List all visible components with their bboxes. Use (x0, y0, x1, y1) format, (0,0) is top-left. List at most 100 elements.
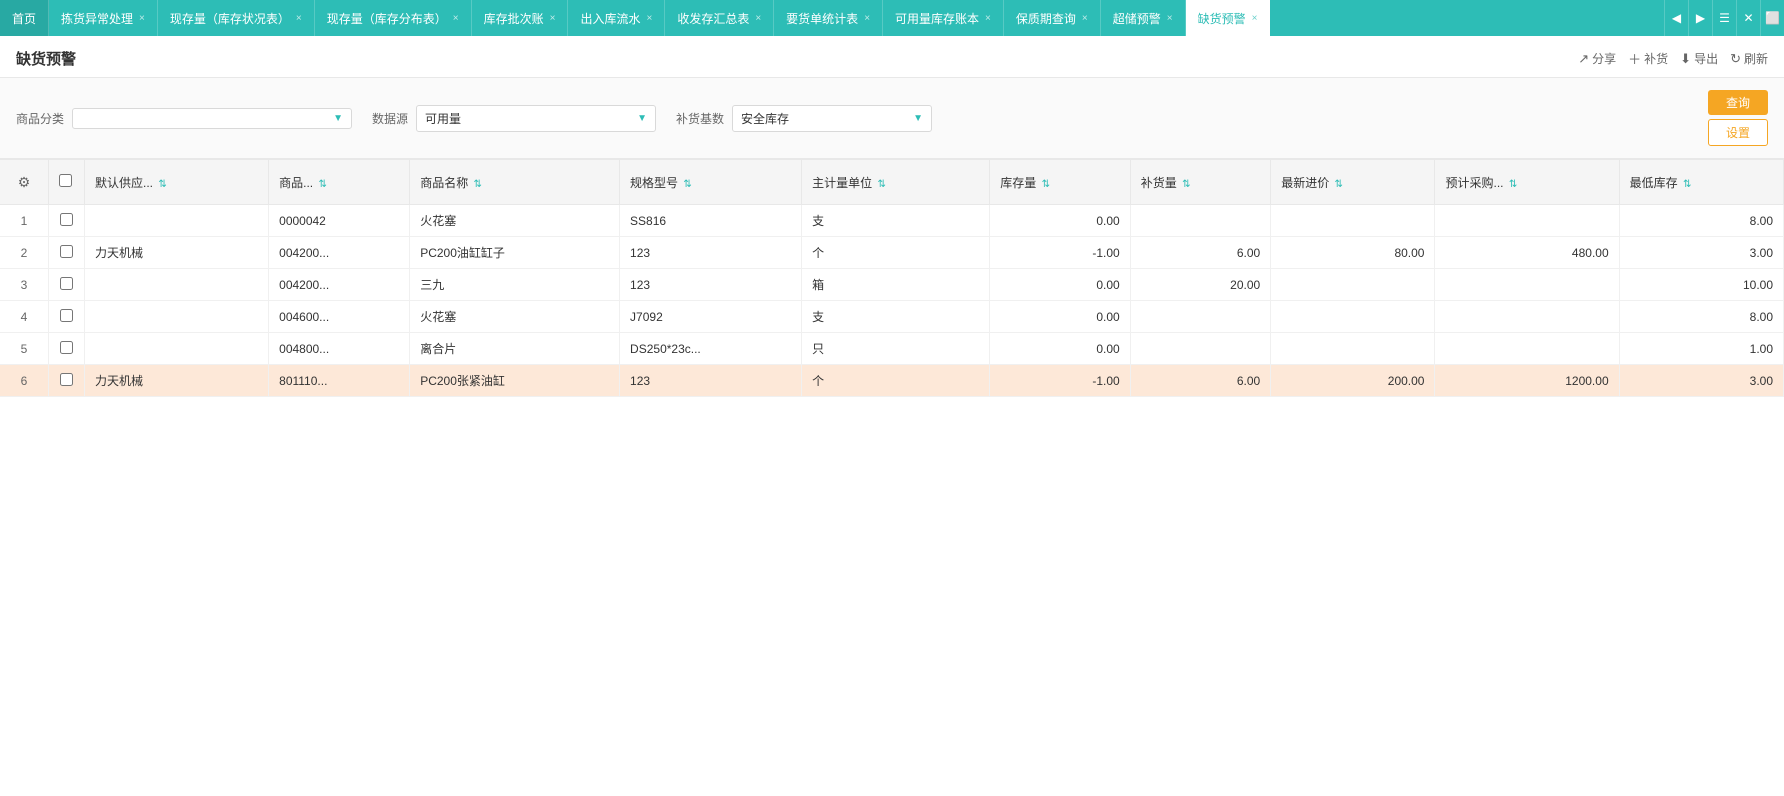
export-button[interactable]: ⬇ 导出 (1680, 50, 1718, 67)
tab-close-inout-flow[interactable]: × (646, 13, 652, 24)
cell-checkbox-4[interactable] (49, 333, 85, 365)
tab-close-batch-account[interactable]: × (550, 13, 556, 24)
row-checkbox-5[interactable] (60, 373, 73, 386)
tab-expiry-query[interactable]: 保质期查询 × (1004, 0, 1101, 36)
cell-name-4: 离合片 (410, 333, 620, 365)
cell-stock-0: 0.00 (990, 205, 1130, 237)
tab-order-stats[interactable]: 要货单统计表 × (774, 0, 883, 36)
col-unit[interactable]: 主计量单位 ⇅ (802, 160, 990, 205)
refresh-button[interactable]: ↻ 刷新 (1730, 50, 1768, 67)
cell-supplier-3 (85, 301, 269, 333)
cell-unit-4: 只 (802, 333, 990, 365)
col-checkbox (49, 160, 85, 205)
row-checkbox-3[interactable] (60, 309, 73, 322)
share-button[interactable]: ↗ 分享 (1578, 50, 1616, 67)
cell-code-3: 004600... (269, 301, 410, 333)
cell-checkbox-2[interactable] (49, 269, 85, 301)
col-replenish-qty[interactable]: 补货量 ⇅ (1130, 160, 1270, 205)
cell-name-3: 火花塞 (410, 301, 620, 333)
cell-checkbox-1[interactable] (49, 237, 85, 269)
tab-close-expiry-query[interactable]: × (1082, 13, 1088, 24)
tab-close-inventory-dist[interactable]: × (453, 13, 459, 24)
tab-close-available-ledger[interactable]: × (985, 13, 991, 24)
row-checkbox-0[interactable] (60, 213, 73, 226)
table-row: 1 0000042 火花塞 SS816 支 0.00 8.00 (0, 205, 1784, 237)
col-estimated-purchase[interactable]: 预计采购... ⇅ (1435, 160, 1619, 205)
cell-minstock-2: 10.00 (1619, 269, 1783, 301)
table-body: 1 0000042 火花塞 SS816 支 0.00 8.00 2 力天机械 0… (0, 205, 1784, 397)
gear-button[interactable]: ⚙ (10, 168, 38, 196)
replenish-button[interactable]: ＋ 补货 (1628, 49, 1668, 68)
tab-nav-buttons: ◀ ▶ ☰ ✕ ⬜ (1664, 0, 1784, 36)
cell-code-2: 004200... (269, 269, 410, 301)
tab-inventory-status[interactable]: 现存量（库存状况表） × (158, 0, 315, 36)
table-row: 5 004800... 离合片 DS250*23c... 只 0.00 1.00 (0, 333, 1784, 365)
cell-name-5: PC200张紧油缸 (410, 365, 620, 397)
row-checkbox-4[interactable] (60, 341, 73, 354)
tab-inventory-dist[interactable]: 现存量（库存分布表） × (315, 0, 472, 36)
table-row: 4 004600... 火花塞 J7092 支 0.00 8.00 (0, 301, 1784, 333)
tab-close-order-stats[interactable]: × (864, 13, 870, 24)
replenish-base-select[interactable]: 安全库存 ▼ (732, 105, 932, 132)
page-title: 缺货预警 (16, 48, 76, 69)
col-stock[interactable]: 库存量 ⇅ (990, 160, 1130, 205)
main-content: 缺货预警 ↗ 分享 ＋ 补货 ⬇ 导出 ↻ 刷新 商品分类 (0, 36, 1784, 796)
col-product-name[interactable]: 商品名称 ⇅ (410, 160, 620, 205)
tab-batch-account[interactable]: 库存批次账 × (472, 0, 569, 36)
datasource-filter-group: 数据源 可用量 ▼ (372, 105, 656, 132)
sort-icon-unit: ⇅ (878, 179, 886, 190)
cell-name-2: 三九 (410, 269, 620, 301)
category-select[interactable]: ▼ (72, 108, 352, 129)
tab-shortage[interactable]: 缺货预警 × (1186, 0, 1271, 36)
datasource-select[interactable]: 可用量 ▼ (416, 105, 656, 132)
col-product-code[interactable]: 商品... ⇅ (269, 160, 410, 205)
tab-inout-flow[interactable]: 出入库流水 × (568, 0, 665, 36)
col-spec[interactable]: 规格型号 ⇅ (620, 160, 802, 205)
replenish-base-dropdown-icon: ▼ (913, 113, 923, 124)
tab-close-receive-summary[interactable]: × (755, 13, 761, 24)
tab-close-shortage[interactable]: × (1252, 13, 1258, 24)
cell-replenish-3 (1130, 301, 1270, 333)
filter-bar: 商品分类 ▼ 数据源 可用量 ▼ 补货基数 安全库存 ▼ 查询 设置 (0, 78, 1784, 159)
cell-stock-5: -1.00 (990, 365, 1130, 397)
replenish-base-select-value: 安全库存 (741, 110, 789, 127)
table-row: 6 力天机械 801110... PC200张紧油缸 123 个 -1.00 6… (0, 365, 1784, 397)
cell-checkbox-3[interactable] (49, 301, 85, 333)
col-latest-price[interactable]: 最新进价 ⇅ (1271, 160, 1435, 205)
col-min-stock[interactable]: 最低库存 ⇅ (1619, 160, 1783, 205)
cell-num-5: 6 (0, 365, 49, 397)
cell-checkbox-0[interactable] (49, 205, 85, 237)
cell-checkbox-5[interactable] (49, 365, 85, 397)
sort-icon-spec: ⇅ (683, 179, 691, 190)
cell-replenish-0 (1130, 205, 1270, 237)
select-all-checkbox[interactable] (59, 174, 72, 187)
cell-spec-1: 123 (620, 237, 802, 269)
tab-restore-button[interactable]: ⬜ (1760, 0, 1784, 36)
tab-available-ledger[interactable]: 可用量库存账本 × (883, 0, 1004, 36)
replenish-icon: ＋ (1628, 49, 1641, 68)
tab-prev-button[interactable]: ◀ (1664, 0, 1688, 36)
row-checkbox-1[interactable] (60, 245, 73, 258)
sort-icon-code: ⇅ (319, 179, 327, 190)
cell-num-3: 4 (0, 301, 49, 333)
settings-button[interactable]: 设置 (1708, 119, 1768, 146)
tab-close-exception[interactable]: × (139, 13, 145, 24)
tab-close-inventory-status[interactable]: × (296, 13, 302, 24)
cell-supplier-5: 力天机械 (85, 365, 269, 397)
cell-stock-4: 0.00 (990, 333, 1130, 365)
cell-price-0 (1271, 205, 1435, 237)
tab-receive-summary[interactable]: 收发存汇总表 × (665, 0, 774, 36)
category-filter-group: 商品分类 ▼ (16, 108, 352, 129)
tab-menu-button[interactable]: ☰ (1712, 0, 1736, 36)
table-row: 2 力天机械 004200... PC200油缸缸子 123 个 -1.00 6… (0, 237, 1784, 269)
col-default-supplier[interactable]: 默认供应... ⇅ (85, 160, 269, 205)
cell-stock-1: -1.00 (990, 237, 1130, 269)
tab-overstock[interactable]: 超储预警 × (1101, 0, 1186, 36)
tab-close-overstock[interactable]: × (1167, 13, 1173, 24)
tab-close-all-button[interactable]: ✕ (1736, 0, 1760, 36)
tab-exception[interactable]: 拣货异常处理 × (49, 0, 158, 36)
tab-next-button[interactable]: ▶ (1688, 0, 1712, 36)
tab-home[interactable]: 首页 (0, 0, 49, 36)
row-checkbox-2[interactable] (60, 277, 73, 290)
query-button[interactable]: 查询 (1708, 90, 1768, 115)
